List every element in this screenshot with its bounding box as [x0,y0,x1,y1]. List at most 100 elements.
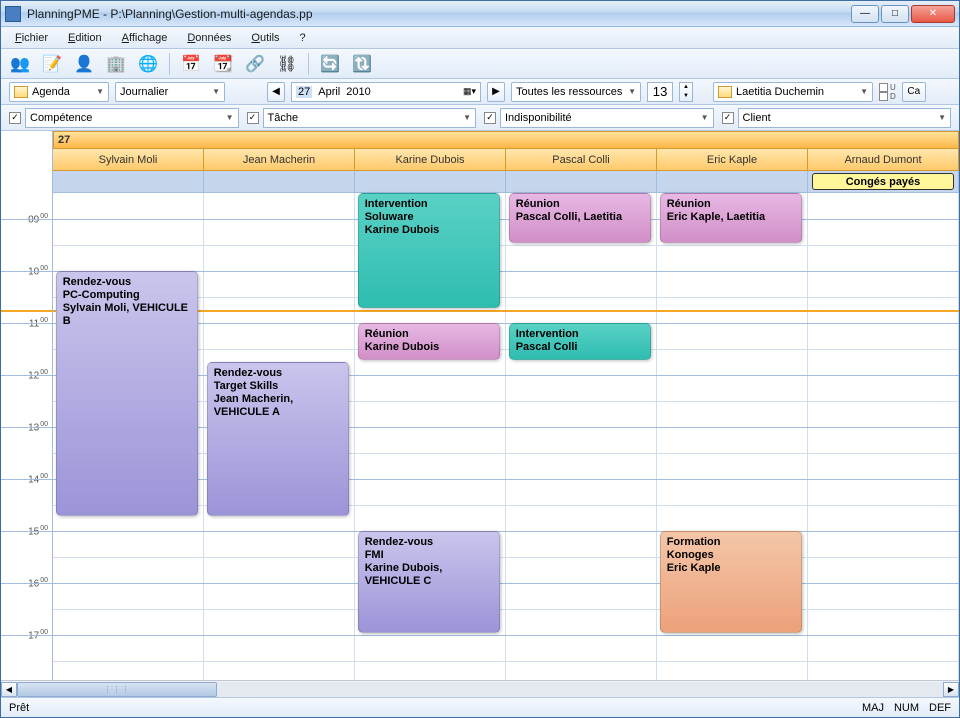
ud-toggles: U D [879,83,896,101]
date-picker[interactable]: 27 April 2010 ▦▾ [291,82,481,102]
allday-cell[interactable]: Congés payés [808,171,959,192]
person-header[interactable]: Karine Dubois [355,149,506,170]
people-icon[interactable]: 👤 [73,53,95,75]
resources-dropdown[interactable]: Toutes les ressources ▼ [511,82,641,102]
calendar-event[interactable]: FormationKonogesEric Kaple [660,531,802,633]
person-header[interactable]: Pascal Colli [506,149,657,170]
chevron-down-icon: ▼ [212,87,220,96]
titlebar[interactable]: PlanningPME - P:\Planning\Gestion-multi-… [1,1,959,27]
allday-row: Congés payés [53,171,959,193]
calendar-event[interactable]: InterventionSoluwareKarine Dubois [358,193,500,308]
grid-body[interactable]: Rendez-vousPC-ComputingSylvain Moli, VEH… [53,193,959,680]
filter-check-competence[interactable]: ✓ [9,112,21,124]
cal-button[interactable]: Ca [902,82,926,102]
close-button[interactable]: ✕ [911,5,955,23]
calendar-grid[interactable]: 27 Sylvain MoliJean MacherinKarine Duboi… [53,131,959,680]
calendar-event[interactable]: RéunionPascal Colli, Laetitia [509,193,651,243]
menu-affichage[interactable]: Affichage [114,30,176,46]
building-icon[interactable]: 🏢 [105,53,127,75]
scroll-left-button[interactable]: ◀ [1,682,17,697]
period-dropdown[interactable]: Journalier ▼ [115,82,225,102]
window-controls: — □ ✕ [851,5,955,23]
filters-row: ✓ Compétence▼ ✓ Tâche▼ ✓ Indisponibilité… [1,105,959,131]
refresh-icon[interactable]: 🔄 [319,53,341,75]
menu-edition[interactable]: Edition [60,30,110,46]
menu-donnees[interactable]: Données [179,30,239,46]
calendar-icon[interactable]: 📅 [180,53,202,75]
count-spinner[interactable]: ▲▼ [679,82,693,102]
separator [169,53,170,75]
window-title: PlanningPME - P:\Planning\Gestion-multi-… [27,7,851,21]
person-header-row: Sylvain MoliJean MacherinKarine DuboisPa… [53,149,959,171]
calendar-event[interactable]: Rendez-vousTarget SkillsJean Macherin, V… [207,362,349,516]
allday-cell[interactable] [204,171,355,192]
person-header[interactable]: Arnaud Dumont [808,149,959,170]
calendar-event[interactable]: Rendez-vousFMIKarine Dubois, VEHICULE C [358,531,500,633]
menu-help[interactable]: ? [292,30,314,46]
toolbar: 👥 📝 👤 🏢 🌐 📅 📆 🔗 ⛓ 🔄 🔃 [1,49,959,79]
grid-column [506,193,657,680]
prev-date-button[interactable]: ◀ [267,82,285,102]
calendar-add-icon[interactable]: 📆 [212,53,234,75]
filter-tache[interactable]: Tâche▼ [263,108,477,128]
minimize-button[interactable]: — [851,5,879,23]
link-icon[interactable]: 🔗 [244,53,266,75]
period-label: Journalier [120,86,208,98]
chain-icon[interactable]: ⛓ [276,53,298,75]
count-input[interactable] [647,82,673,102]
date-month[interactable]: April [318,86,340,98]
next-date-button[interactable]: ▶ [487,82,505,102]
view-dropdown[interactable]: Agenda ▼ [9,82,109,102]
status-def: DEF [929,702,951,714]
chk-u[interactable] [879,83,888,92]
filter-competence[interactable]: Compétence▼ [25,108,239,128]
filter-check-indispo[interactable]: ✓ [484,112,496,124]
app-window: PlanningPME - P:\Planning\Gestion-multi-… [0,0,960,718]
chk-d[interactable] [879,92,888,101]
scroll-track[interactable]: ⋮⋮⋮ [17,682,943,697]
resources-label: Toutes les ressources [516,86,624,98]
app-icon [5,6,21,22]
chevron-down-icon: ▼ [96,87,104,96]
date-day[interactable]: 27 [296,86,312,98]
person-header[interactable]: Eric Kaple [657,149,808,170]
filter-check-tache[interactable]: ✓ [247,112,259,124]
scroll-right-button[interactable]: ▶ [943,682,959,697]
controls-row: Agenda ▼ Journalier ▼ ◀ 27 April 2010 ▦▾… [1,79,959,105]
chevron-down-icon: ▼ [226,113,234,122]
calendar-event[interactable]: RéunionKarine Dubois [358,323,500,360]
note-icon[interactable]: 📝 [41,53,63,75]
calendar-event[interactable]: InterventionPascal Colli [509,323,651,360]
date-year[interactable]: 2010 [346,86,370,98]
separator [308,53,309,75]
sync-icon[interactable]: 🔃 [351,53,373,75]
allday-event[interactable]: Congés payés [812,173,954,190]
person-header[interactable]: Sylvain Moli [53,149,204,170]
maximize-button[interactable]: □ [881,5,909,23]
chevron-down-icon: ▼ [701,113,709,122]
user-label: Laetitia Duchemin [736,86,856,98]
person-header[interactable]: Jean Macherin [204,149,355,170]
horizontal-scrollbar[interactable]: ◀ ⋮⋮⋮ ▶ [1,680,959,697]
allday-cell[interactable] [657,171,808,192]
calendar-small-icon [14,86,28,98]
allday-cell[interactable] [355,171,506,192]
calendar-event[interactable]: RéunionEric Kaple, Laetitia [660,193,802,243]
menu-outils[interactable]: Outils [243,30,287,46]
time-gutter: 090010001100120013001400150016001700 [1,131,53,680]
filter-check-client[interactable]: ✓ [722,112,734,124]
user-dropdown[interactable]: Laetitia Duchemin ▼ [713,82,873,102]
allday-cell[interactable] [53,171,204,192]
globe-icon[interactable]: 🌐 [137,53,159,75]
filter-client[interactable]: Client▼ [738,108,952,128]
chevron-down-icon: ▼ [463,113,471,122]
scroll-thumb[interactable]: ⋮⋮⋮ [17,682,217,697]
filter-indispo[interactable]: Indisponibilité▼ [500,108,714,128]
calendar-event[interactable]: Rendez-vousPC-ComputingSylvain Moli, VEH… [56,271,198,516]
day-header: 27 [53,131,959,149]
users-icon[interactable]: 👥 [9,53,31,75]
status-maj: MAJ [862,702,884,714]
menu-fichier[interactable]: Fichier [7,30,56,46]
allday-cell[interactable] [506,171,657,192]
calendar-picker-icon[interactable]: ▦▾ [463,86,476,97]
